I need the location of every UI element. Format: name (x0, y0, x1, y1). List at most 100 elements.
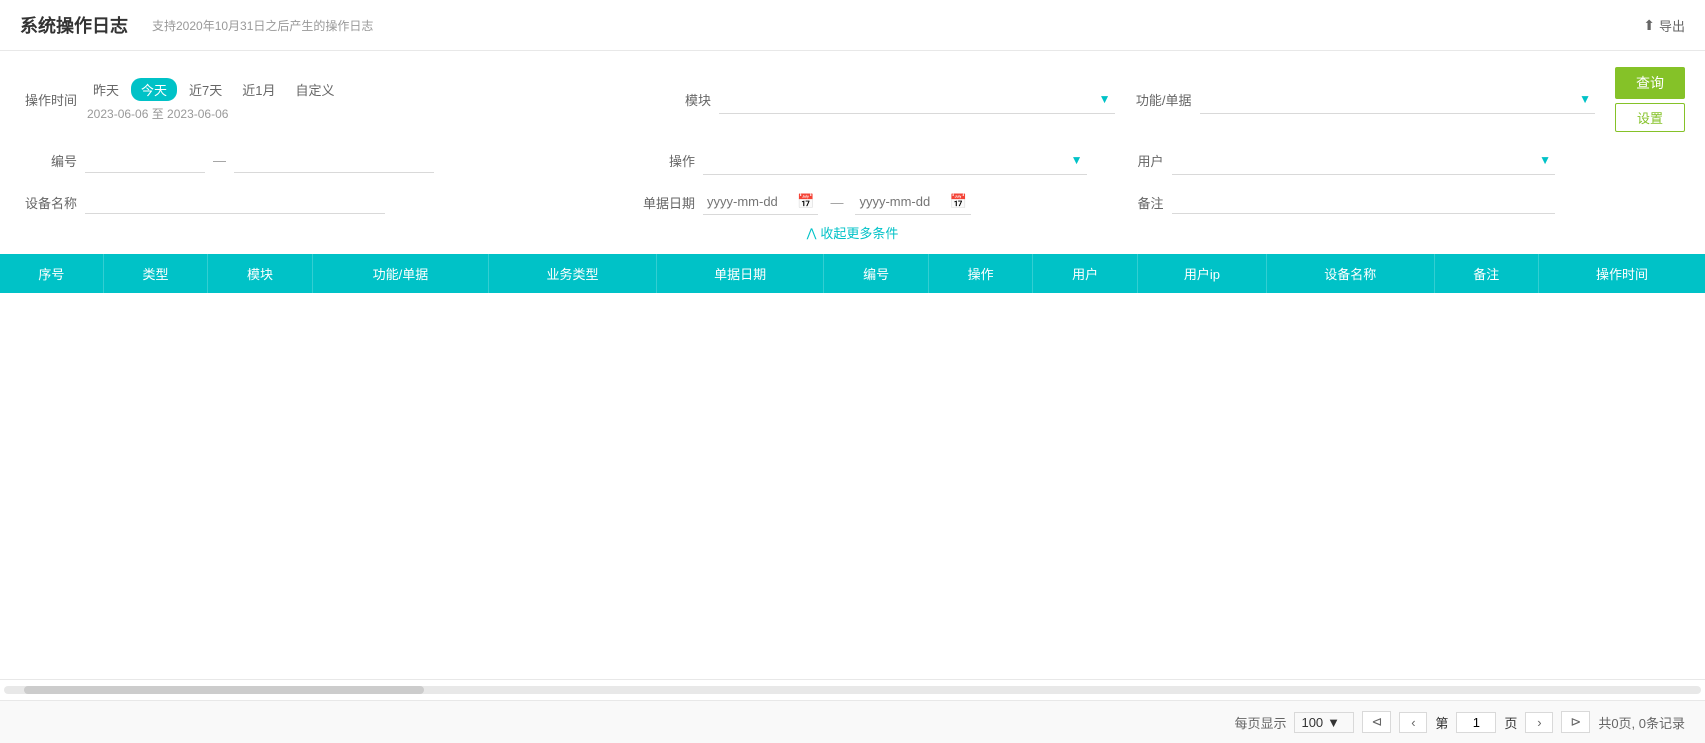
number-to-input[interactable] (234, 149, 434, 173)
col-type: 类型 (103, 254, 207, 293)
page-subtitle: 支持2020年10月31日之后产生的操作日志 (152, 17, 373, 34)
page-wrapper: 系统操作日志 支持2020年10月31日之后产生的操作日志 ⬆ 导出 操作时间 … (0, 0, 1705, 743)
module-dropdown-icon: ▼ (1099, 92, 1115, 106)
prev-page-button[interactable]: ‹ (1399, 712, 1427, 733)
device-filter-group: 设备名称 (20, 190, 618, 214)
col-user: 用户 (1033, 254, 1137, 293)
feature-filter-group: 功能/单据 ▼ (1135, 85, 1596, 114)
user-label: 用户 (1107, 151, 1172, 170)
filter-row-1: 操作时间 昨天 今天 近7天 近1月 自定义 2023-06-06 至 2023… (20, 67, 1685, 132)
page-input[interactable] (1456, 712, 1496, 733)
total-info: 共0页, 0条记录 (1598, 713, 1685, 732)
col-biz-type: 业务类型 (489, 254, 657, 293)
table-wrapper: 序号 类型 模块 功能/单据 业务类型 单据日期 编号 操作 用户 用户ip 设… (0, 254, 1705, 679)
time-btn-yesterday[interactable]: 昨天 (85, 78, 127, 101)
col-index: 序号 (0, 254, 103, 293)
time-range-display: 2023-06-06 至 2023-06-06 (85, 105, 343, 122)
query-button[interactable]: 查询 (1615, 67, 1685, 99)
time-buttons: 昨天 今天 近7天 近1月 自定义 (85, 78, 343, 101)
per-page-arrow: ▼ (1327, 715, 1340, 730)
number-dash: — (213, 153, 226, 168)
doc-date-label: 单据日期 (638, 193, 703, 212)
collapse-button[interactable]: ⋀ 收起更多条件 (795, 219, 911, 246)
user-value (1172, 150, 1540, 170)
page-unit: 页 (1504, 713, 1517, 732)
scroll-thumb[interactable] (24, 686, 424, 694)
device-label: 设备名称 (20, 193, 85, 212)
date-to-input[interactable] (859, 194, 949, 209)
per-page-select[interactable]: 100 ▼ (1294, 712, 1354, 733)
table-header-row: 序号 类型 模块 功能/单据 业务类型 单据日期 编号 操作 用户 用户ip 设… (0, 254, 1705, 293)
export-icon: ⬆ (1643, 17, 1655, 34)
time-label: 操作时间 (20, 90, 85, 109)
collapse-row: ⋀ 收起更多条件 (20, 219, 1685, 246)
time-btn-1month[interactable]: 近1月 (234, 78, 283, 101)
filter-area: 操作时间 昨天 今天 近7天 近1月 自定义 2023-06-06 至 2023… (0, 51, 1705, 254)
pagination-bar: 每页显示 100 ▼ ⊲ ‹ 第 页 › ⊳ 共0页, 0条记录 (0, 700, 1705, 743)
scroll-track[interactable] (4, 686, 1701, 694)
time-btn-custom[interactable]: 自定义 (288, 78, 343, 101)
module-filter-group: 模块 ▼ (654, 85, 1115, 114)
col-remark: 备注 (1434, 254, 1538, 293)
user-dropdown-icon: ▼ (1539, 153, 1555, 167)
module-label: 模块 (654, 90, 719, 109)
col-feature: 功能/单据 (312, 254, 488, 293)
user-filter-group: 用户 ▼ (1107, 146, 1556, 175)
number-range-group: — (85, 149, 434, 173)
col-operation: 操作 (928, 254, 1032, 293)
number-filter-group: 编号 — (20, 149, 618, 173)
feature-value (1200, 89, 1580, 109)
module-value (719, 89, 1099, 109)
filter-row-2: 编号 — 操作 ▼ 用户 ▼ (20, 146, 1685, 175)
settings-button[interactable]: 设置 (1615, 103, 1685, 132)
device-input[interactable] (85, 190, 385, 214)
feature-label: 功能/单据 (1135, 90, 1200, 109)
table-header: 序号 类型 模块 功能/单据 业务类型 单据日期 编号 操作 用户 用户ip 设… (0, 254, 1705, 293)
date-from-input[interactable] (707, 194, 797, 209)
date-separator: — (830, 195, 843, 210)
last-page-button[interactable]: ⊳ (1561, 711, 1590, 733)
operation-select[interactable]: ▼ (703, 146, 1087, 175)
doc-date-filter-group: 单据日期 📅 — 📅 (638, 189, 1087, 215)
operation-value (703, 150, 1071, 170)
first-page-button[interactable]: ⊲ (1362, 711, 1391, 733)
page-title: 系统操作日志 (20, 12, 128, 38)
module-select[interactable]: ▼ (719, 85, 1115, 114)
time-btn-7days[interactable]: 近7天 (181, 78, 230, 101)
number-from-input[interactable] (85, 149, 205, 173)
date-range-group: 📅 — 📅 (703, 189, 971, 215)
date-from-wrapper: 📅 (703, 189, 818, 215)
time-options-group: 昨天 今天 近7天 近1月 自定义 2023-06-06 至 2023-06-0… (85, 78, 343, 122)
calendar-to-icon[interactable]: 📅 (949, 193, 966, 210)
collapse-icon: ⋀ (807, 226, 817, 240)
scroll-bar-area (0, 679, 1705, 700)
per-page-label: 每页显示 (1234, 713, 1286, 732)
col-device: 设备名称 (1266, 254, 1434, 293)
operation-label: 操作 (638, 151, 703, 170)
col-op-time: 操作时间 (1539, 254, 1705, 293)
filter-row-3: 设备名称 单据日期 📅 — 📅 (20, 189, 1685, 215)
collapse-label: 收起更多条件 (820, 223, 898, 242)
per-page-value: 100 (1301, 715, 1323, 730)
time-filter-group: 操作时间 昨天 今天 近7天 近1月 自定义 2023-06-06 至 2023… (20, 78, 634, 122)
export-button[interactable]: ⬆ 导出 (1643, 16, 1685, 35)
number-label: 编号 (20, 151, 85, 170)
calendar-from-icon[interactable]: 📅 (797, 193, 814, 210)
remark-filter-group: 备注 (1107, 190, 1556, 214)
remark-input[interactable] (1172, 190, 1556, 214)
feature-dropdown-icon: ▼ (1579, 92, 1595, 106)
col-number: 编号 (824, 254, 928, 293)
user-select[interactable]: ▼ (1172, 146, 1556, 175)
feature-select[interactable]: ▼ (1200, 85, 1596, 114)
date-to-wrapper: 📅 (855, 189, 970, 215)
remark-label: 备注 (1107, 193, 1172, 212)
col-module: 模块 (208, 254, 312, 293)
table-empty-area (0, 293, 1705, 643)
action-buttons: 查询 设置 (1615, 67, 1685, 132)
operation-filter-group: 操作 ▼ (638, 146, 1087, 175)
page-label: 第 (1435, 713, 1448, 732)
next-page-button[interactable]: › (1525, 712, 1553, 733)
col-doc-date: 单据日期 (656, 254, 824, 293)
operation-dropdown-icon: ▼ (1071, 153, 1087, 167)
time-btn-today[interactable]: 今天 (131, 78, 177, 101)
